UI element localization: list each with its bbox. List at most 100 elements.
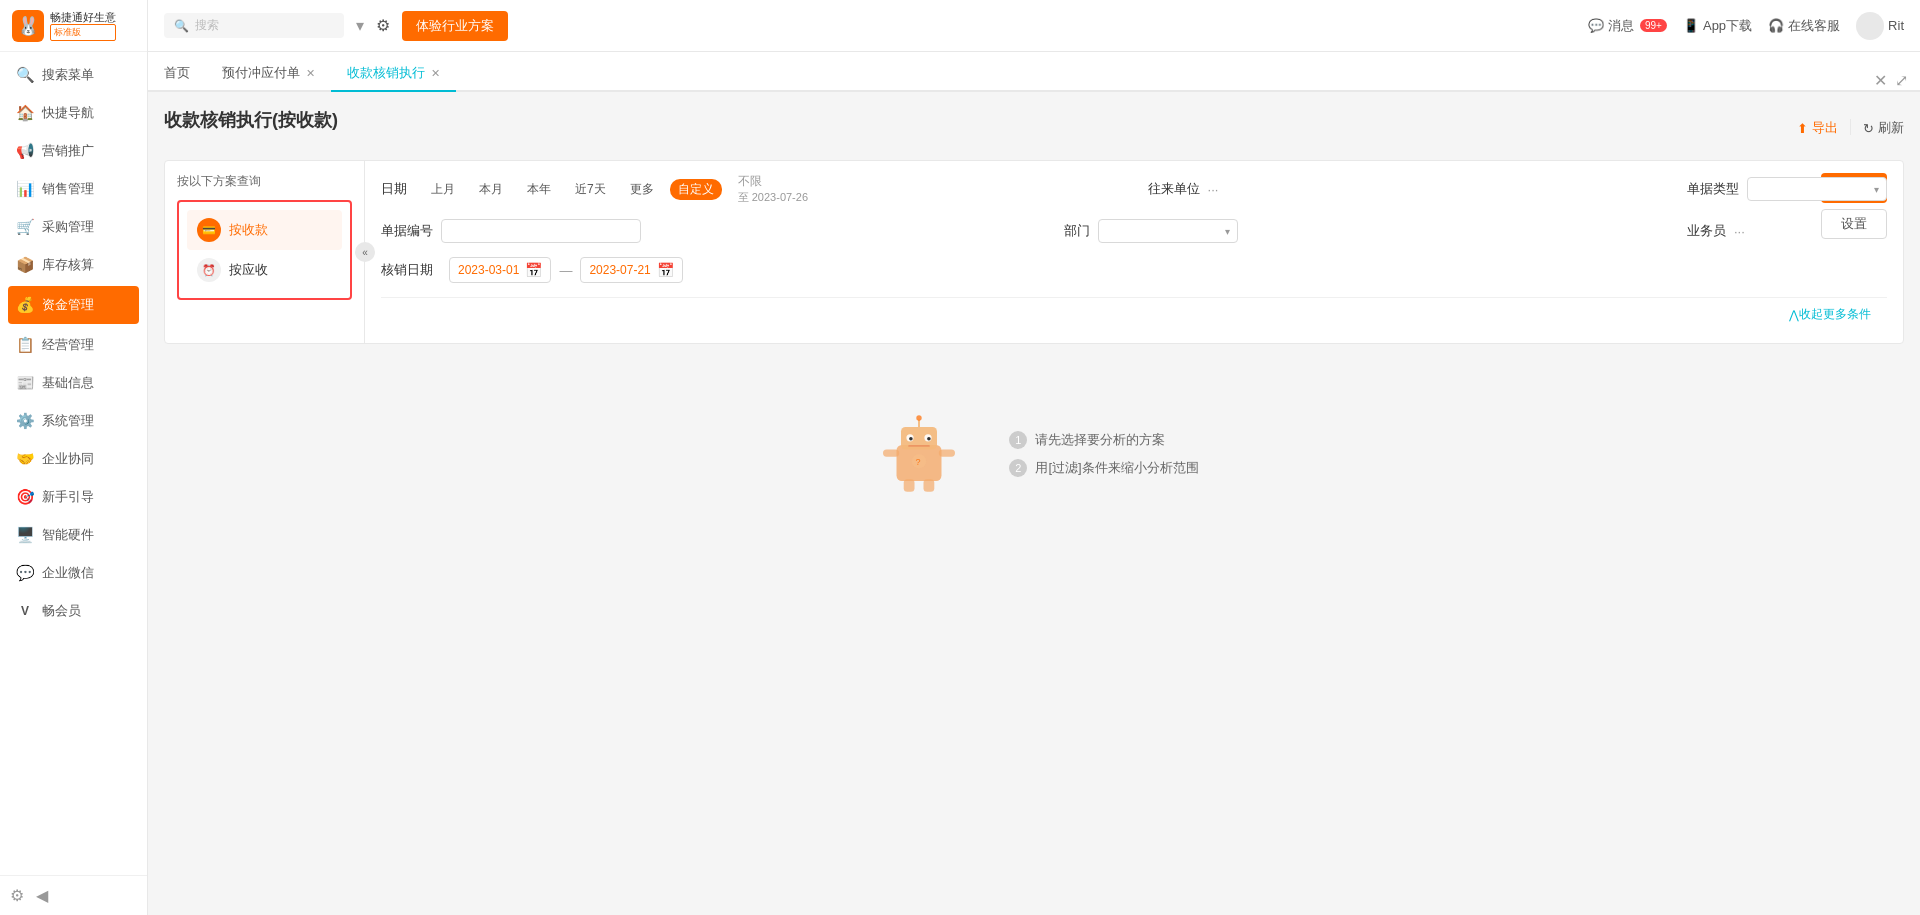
voucher-type-select-wrapper: ▾ [1747, 177, 1887, 201]
logo-icon: 🐰 [12, 10, 44, 42]
search-icon: 🔍 [174, 19, 189, 33]
sidebar-item-label: 搜索菜单 [42, 66, 94, 84]
marketing-icon: 📢 [16, 142, 34, 160]
tab-expand-icon[interactable]: ⤢ [1895, 71, 1908, 90]
inventory-icon: 📦 [16, 256, 34, 274]
refresh-icon: ↻ [1863, 121, 1874, 136]
collapse-label: 收起更多条件 [1799, 306, 1871, 323]
main-area: 🔍 搜索 ▾ ⚙ 体验行业方案 💬 消息 99+ 📱 App下载 🎧 在线客服 … [148, 0, 1920, 915]
voucher-no-input[interactable] [441, 219, 641, 243]
date-btn-7days[interactable]: 近7天 [567, 179, 614, 200]
voucher-no-field: 单据编号 [381, 219, 641, 243]
filter-sidebar-title: 按以下方案查询 [177, 173, 352, 190]
svg-point-5 [927, 437, 931, 441]
tab-prepaid-close[interactable]: ✕ [306, 67, 315, 80]
filter-collapse-btn[interactable]: « [355, 242, 375, 262]
app-download-icon: 📱 [1683, 18, 1699, 33]
tab-close-all-icon[interactable]: ✕ [1874, 71, 1887, 90]
date-btn-more[interactable]: 更多 [622, 179, 662, 200]
writeoff-end-cal-icon[interactable]: 📅 [657, 262, 674, 278]
settings-gear-icon[interactable]: ⚙ [376, 16, 390, 35]
message-badge: 99+ [1640, 19, 1667, 32]
user-name: Rit [1888, 18, 1904, 33]
sidebar-item-finance[interactable]: 💰 资金管理 [8, 286, 139, 324]
sidebar-item-basic-info[interactable]: 📰 基础信息 [0, 364, 147, 402]
sidebar-item-purchase[interactable]: 🛒 采购管理 [0, 208, 147, 246]
date-label: 日期 [381, 180, 407, 198]
sidebar-item-wechat[interactable]: 💬 企业微信 [0, 554, 147, 592]
app-badge: 标准版 [50, 24, 116, 41]
voucher-type-select[interactable] [1747, 177, 1887, 201]
filter-option-receivable[interactable]: ⏰ 按应收 [187, 250, 342, 290]
writeoff-date-range: 2023-03-01 📅 — 2023-07-21 📅 [449, 257, 683, 283]
svg-rect-9 [883, 450, 899, 457]
filter-receipt-icon: 💳 [197, 218, 221, 242]
refresh-button[interactable]: ↻ 刷新 [1863, 119, 1904, 137]
bottom-collapse-icon[interactable]: ◀ [36, 886, 48, 905]
search-placeholder: 搜索 [195, 17, 219, 34]
sidebar-item-label: 快捷导航 [42, 104, 94, 122]
topbar-search[interactable]: 🔍 搜索 [164, 13, 344, 38]
filter-area: 按以下方案查询 💳 按收款 ⏰ 按应收 « [164, 160, 1904, 344]
writeoff-date-start: 2023-03-01 [458, 263, 519, 277]
dropdown-icon[interactable]: ▾ [356, 16, 364, 35]
sidebar-item-enterprise[interactable]: 🤝 企业协同 [0, 440, 147, 478]
app-download-item[interactable]: 📱 App下载 [1683, 17, 1752, 35]
export-label: 导出 [1812, 119, 1838, 137]
filter-sidebar: 按以下方案查询 💳 按收款 ⏰ 按应收 [165, 161, 365, 343]
tab-home[interactable]: 首页 [148, 56, 206, 92]
sidebar-item-label: 库存核算 [42, 256, 94, 274]
date-btn-this-month[interactable]: 本月 [471, 179, 511, 200]
writeoff-start-cal-icon[interactable]: 📅 [525, 262, 542, 278]
purchase-icon: 🛒 [16, 218, 34, 236]
counterparty-label: 往来单位 [1148, 180, 1200, 198]
settings-button[interactable]: 设置 [1821, 209, 1887, 239]
user-area[interactable]: Rit [1856, 12, 1904, 40]
online-service-label: 在线客服 [1788, 17, 1840, 35]
svg-rect-6 [909, 445, 931, 447]
sidebar-item-quick-nav[interactable]: 🏠 快捷导航 [0, 94, 147, 132]
sidebar-item-label: 企业协同 [42, 450, 94, 468]
date-btn-last-month[interactable]: 上月 [423, 179, 463, 200]
user-avatar [1856, 12, 1884, 40]
dept-select[interactable] [1098, 219, 1238, 243]
sidebar: 🐰 畅捷通好生意 标准版 🔍 搜索菜单 🏠 快捷导航 📢 营销推广 📊 销售管理… [0, 0, 148, 915]
message-icon: 💬 [1588, 18, 1604, 33]
tip-num-1: 1 [1009, 431, 1027, 449]
date-btn-custom[interactable]: 自定义 [670, 179, 722, 200]
online-service-item[interactable]: 🎧 在线客服 [1768, 17, 1840, 35]
sidebar-item-inventory[interactable]: 📦 库存核算 [0, 246, 147, 284]
sidebar-item-label: 资金管理 [42, 296, 94, 314]
date-btn-this-year[interactable]: 本年 [519, 179, 559, 200]
search-menu-icon: 🔍 [16, 66, 34, 84]
sidebar-item-system[interactable]: ⚙️ 系统管理 [0, 402, 147, 440]
tab-writeoff-close[interactable]: ✕ [431, 67, 440, 80]
collapse-more-btn[interactable]: ⋀ 收起更多条件 [381, 297, 1887, 331]
writeoff-date-label: 核销日期 [381, 261, 433, 279]
sidebar-item-search-menu[interactable]: 🔍 搜索菜单 [0, 56, 147, 94]
enterprise-icon: 🤝 [16, 450, 34, 468]
filter-option-receipt[interactable]: 💳 按收款 [187, 210, 342, 250]
page-title: 收款核销执行(按收款) [164, 108, 338, 132]
sidebar-item-label: 智能硬件 [42, 526, 94, 544]
tab-writeoff[interactable]: 收款核销执行 ✕ [331, 56, 456, 92]
writeoff-date-start-box[interactable]: 2023-03-01 📅 [449, 257, 551, 283]
sidebar-item-member[interactable]: V 畅会员 [0, 592, 147, 630]
svg-point-8 [917, 415, 922, 420]
message-item[interactable]: 💬 消息 99+ [1588, 17, 1667, 35]
tab-prepaid[interactable]: 预付冲应付单 ✕ [206, 56, 331, 92]
sidebar-item-sales[interactable]: 📊 销售管理 [0, 170, 147, 208]
industry-btn[interactable]: 体验行业方案 [402, 11, 508, 41]
writeoff-date-end-box[interactable]: 2023-07-21 📅 [580, 257, 682, 283]
date-separator: — [559, 263, 572, 278]
bottom-settings-icon[interactable]: ⚙ [10, 886, 24, 905]
sidebar-item-hardware[interactable]: 🖥️ 智能硬件 [0, 516, 147, 554]
member-icon: V [16, 604, 34, 618]
export-button[interactable]: ⬆ 导出 [1797, 119, 1838, 137]
sidebar-item-guide[interactable]: 🎯 新手引导 [0, 478, 147, 516]
sidebar-item-operations[interactable]: 📋 经营管理 [0, 326, 147, 364]
sidebar-item-label: 采购管理 [42, 218, 94, 236]
sidebar-item-label: 销售管理 [42, 180, 94, 198]
dept-label: 部门 [1064, 222, 1090, 240]
sidebar-item-marketing[interactable]: 📢 营销推广 [0, 132, 147, 170]
